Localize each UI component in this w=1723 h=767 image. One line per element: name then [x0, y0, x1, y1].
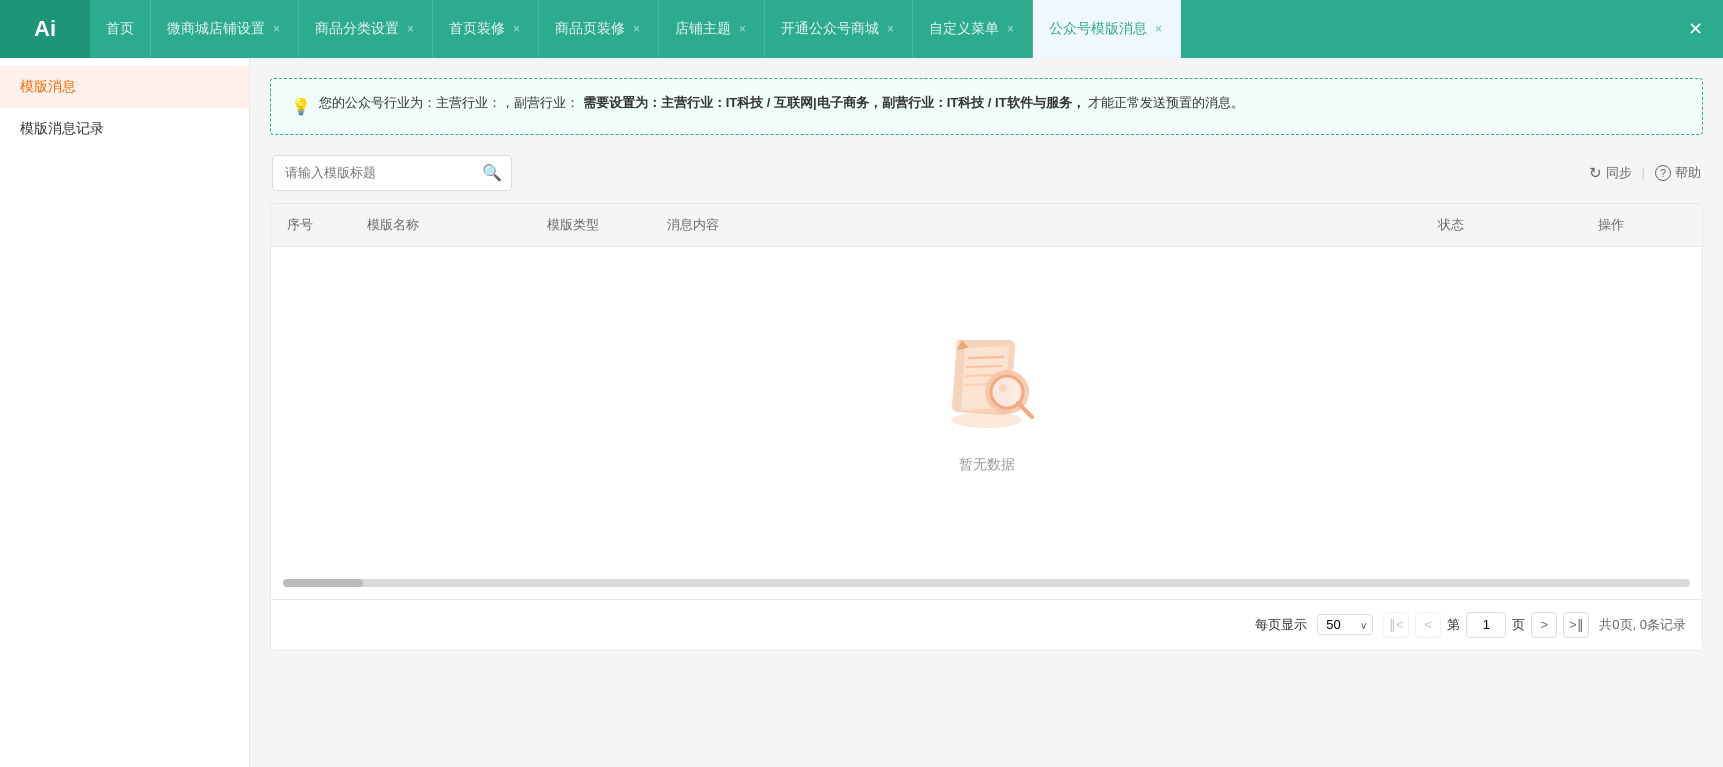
next-page-button[interactable]: >: [1531, 612, 1557, 638]
nav-tab-close-template-msg[interactable]: ×: [1153, 20, 1164, 38]
svg-line-2: [967, 366, 1001, 367]
nav-tab-close-wechat-shop[interactable]: ×: [271, 20, 282, 38]
nav-tab-close-shop-theme[interactable]: ×: [737, 20, 748, 38]
page-size-select-wrap: 50 10 20 100: [1317, 614, 1373, 635]
toolbar-right: ↻ 同步 | ? 帮助: [1589, 164, 1701, 182]
search-input[interactable]: [272, 155, 512, 191]
svg-point-9: [999, 384, 1007, 392]
table-container: 序号模版名称模版类型消息内容状态操作: [270, 203, 1703, 651]
content-area: 💡 您的公众号行业为：主营行业：，副营行业： 需要设置为：主营行业：IT科技 /…: [250, 58, 1723, 767]
first-page-button[interactable]: ‖<: [1383, 612, 1409, 638]
nav-tab-label: 店铺主题: [675, 20, 731, 38]
nav-tab-home[interactable]: 首页: [90, 0, 151, 58]
nav-tab-wechat-shop[interactable]: 微商城店铺设置 ×: [151, 0, 299, 58]
empty-text: 暂无数据: [959, 456, 1015, 474]
close-all-button[interactable]: ✕: [1668, 18, 1723, 40]
logo: Ai: [0, 0, 90, 58]
page-di-label: 第: [1447, 616, 1460, 634]
nav-tab-template-msg[interactable]: 公众号模版消息 ×: [1033, 0, 1181, 58]
top-nav: Ai 首页微商城店铺设置×商品分类设置×首页装修×商品页装修×店铺主题×开通公众…: [0, 0, 1723, 58]
nav-tab-shop-theme[interactable]: 店铺主题 ×: [659, 0, 765, 58]
nav-tab-custom-menu[interactable]: 自定义菜单 ×: [913, 0, 1033, 58]
notice-icon: 💡: [291, 94, 311, 120]
page-size-select[interactable]: 50 10 20 100: [1317, 614, 1373, 635]
nav-tab-label: 商品分类设置: [315, 20, 399, 38]
table-body: 暂无数据: [271, 247, 1702, 567]
table-header-action: 操作: [1582, 204, 1702, 246]
empty-illustration: [927, 320, 1047, 440]
page-input[interactable]: [1466, 612, 1506, 638]
search-button[interactable]: 🔍: [482, 163, 502, 182]
nav-tab-label: 自定义菜单: [929, 20, 999, 38]
empty-state: 暂无数据: [927, 280, 1047, 534]
notice-highlight: 需要设置为：主营行业：IT科技 / 互联网|电子商务，副营行业：IT科技 / I…: [583, 95, 1085, 110]
nav-tab-label: 开通公众号商城: [781, 20, 879, 38]
nav-tab-label: 商品页装修: [555, 20, 625, 38]
nav-tab-label: 首页: [106, 20, 134, 38]
page-size-label: 每页显示: [1255, 616, 1307, 634]
help-button[interactable]: ? 帮助: [1655, 164, 1701, 182]
divider: |: [1642, 165, 1645, 180]
nav-tab-product-category[interactable]: 商品分类设置 ×: [299, 0, 433, 58]
notice-text: 您的公众号行业为：主营行业：，副营行业： 需要设置为：主营行业：IT科技 / 互…: [319, 93, 1682, 114]
help-icon: ?: [1655, 165, 1671, 181]
table-header: 序号模版名称模版类型消息内容状态操作: [271, 204, 1702, 247]
table-header-name: 模版名称: [351, 204, 531, 246]
page-label: 页: [1512, 616, 1525, 634]
last-page-button[interactable]: >‖: [1563, 612, 1589, 638]
nav-tab-close-home-decor[interactable]: ×: [511, 20, 522, 38]
table-header-content: 消息内容: [651, 204, 1422, 246]
nav-tab-open-mall[interactable]: 开通公众号商城 ×: [765, 0, 913, 58]
sidebar: 模版消息模版消息记录: [0, 58, 250, 767]
nav-tab-close-product-page[interactable]: ×: [631, 20, 642, 38]
sidebar-item-template-log[interactable]: 模版消息记录: [0, 108, 249, 150]
table-header-type: 模版类型: [531, 204, 651, 246]
pagination-controls: ‖< < 第 页 > >‖: [1383, 612, 1589, 638]
notice-banner: 💡 您的公众号行业为：主营行业：，副营行业： 需要设置为：主营行业：IT科技 /…: [270, 78, 1703, 135]
total-info: 共0页, 0条记录: [1599, 616, 1686, 634]
table-header-status: 状态: [1422, 204, 1582, 246]
scroll-track[interactable]: [283, 579, 1690, 587]
prev-page-button[interactable]: <: [1415, 612, 1441, 638]
nav-tab-label: 公众号模版消息: [1049, 20, 1147, 38]
pagination-bar: 每页显示 50 10 20 100 ‖< < 第 页 > >‖: [271, 599, 1702, 650]
main-layout: 模版消息模版消息记录 💡 您的公众号行业为：主营行业：，副营行业： 需要设置为：…: [0, 58, 1723, 767]
nav-tab-close-open-mall[interactable]: ×: [885, 20, 896, 38]
sync-icon: ↻: [1589, 164, 1602, 182]
sync-button[interactable]: ↻ 同步: [1589, 164, 1632, 182]
search-wrap: 🔍: [272, 155, 512, 191]
svg-line-8: [1018, 403, 1032, 417]
svg-point-0: [952, 412, 1022, 428]
nav-tabs: 首页微商城店铺设置×商品分类设置×首页装修×商品页装修×店铺主题×开通公众号商城…: [90, 0, 1668, 58]
nav-tab-home-decor[interactable]: 首页装修 ×: [433, 0, 539, 58]
nav-tab-label: 首页装修: [449, 20, 505, 38]
nav-tab-close-custom-menu[interactable]: ×: [1005, 20, 1016, 38]
nav-tab-product-page[interactable]: 商品页装修 ×: [539, 0, 659, 58]
table-header-index: 序号: [271, 204, 351, 246]
nav-tab-close-product-category[interactable]: ×: [405, 20, 416, 38]
sidebar-item-template-msg[interactable]: 模版消息: [0, 66, 249, 108]
svg-line-1: [969, 357, 1003, 358]
nav-tab-label: 微商城店铺设置: [167, 20, 265, 38]
